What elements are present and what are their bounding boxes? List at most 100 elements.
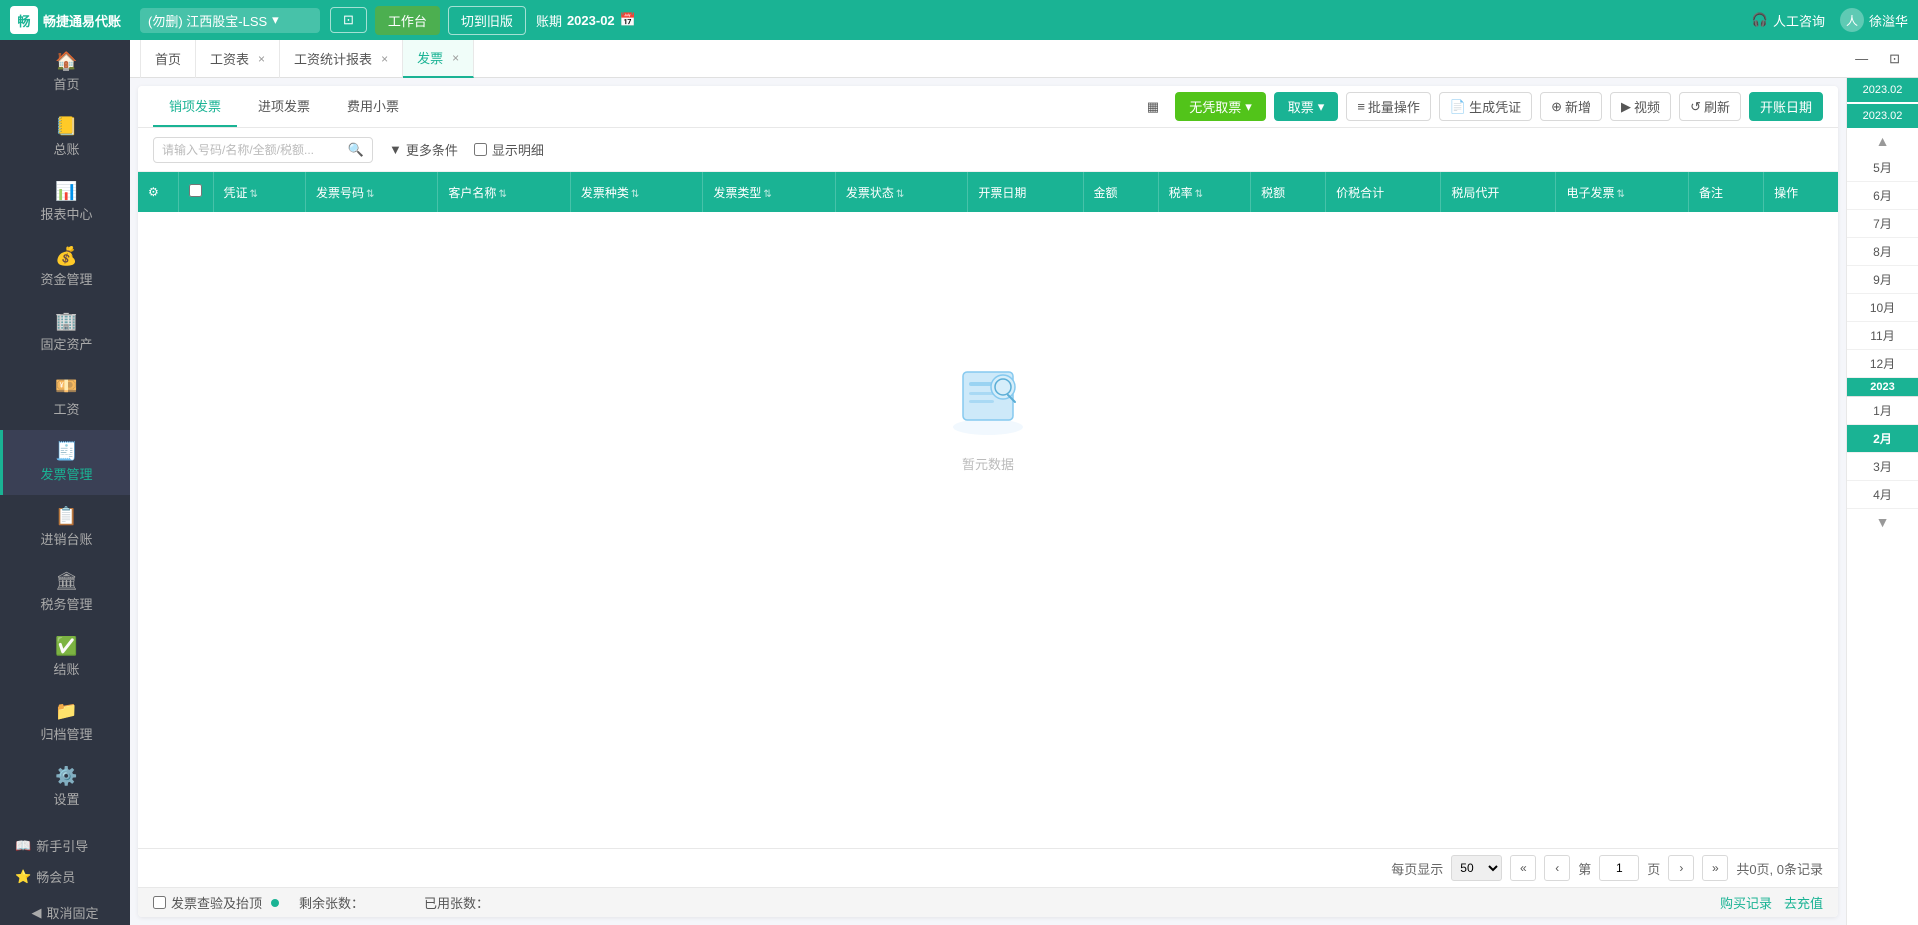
sidebar-item-salary[interactable]: 💴 工资 [0,365,130,430]
sidebar-item-ledger[interactable]: 📒 总账 [0,105,130,170]
gen-voucher-btn[interactable]: 📄 生成凭证 [1439,92,1532,121]
sub-tab-sales[interactable]: 销项发票 [153,86,237,127]
month-2[interactable]: 2月 [1847,425,1918,453]
sidebar: 🏠 首页 📒 总账 📊 报表中心 💰 资金管理 🏢 固定资产 💴 工资 🧾 发票… [0,40,130,925]
tab-salary-stat[interactable]: 工资统计报表 × [280,40,403,78]
month-1[interactable]: 1月 [1847,397,1918,425]
sidebar-item-invoice[interactable]: 🧾 发票管理 [0,430,130,495]
month-12[interactable]: 12月 [1847,350,1918,378]
show-detail-check[interactable] [474,143,487,156]
sidebar-item-settle[interactable]: ✅ 结账 [0,625,130,690]
sub-tab-purchase[interactable]: 进项发票 [242,86,326,127]
app-logo: 畅 [10,6,38,34]
open-period-btn[interactable]: 开账日期 [1749,92,1823,121]
sidebar-item-fund[interactable]: 💰 资金管理 [0,235,130,300]
select-all-checkbox[interactable] [189,184,202,197]
col-tax-total[interactable]: 价税合计 [1326,172,1441,212]
col-invoice-category[interactable]: 发票类型⇅ [703,172,835,212]
page-input[interactable] [1599,855,1639,881]
tab-salary-stat-close[interactable]: × [381,52,388,66]
batch-op-btn[interactable]: ≡ 批量操作 [1346,92,1431,121]
more-filter-btn[interactable]: ▼ 更多条件 [381,136,466,163]
sidebar-item-settings[interactable]: ⚙️ 设置 [0,755,130,820]
col-customer[interactable]: 客户名称⇅ [438,172,570,212]
month-9[interactable]: 9月 [1847,266,1918,294]
tab-home[interactable]: 首页 [140,40,196,78]
col-invoice-type[interactable]: 发票种类⇅ [570,172,702,212]
tab-invoice[interactable]: 发票 × [403,40,474,78]
grid-view-btn[interactable]: ▦ [1139,95,1167,119]
workspace-button[interactable]: 工作台 [375,6,440,35]
video-btn[interactable]: ▶ 视频 [1610,92,1671,121]
get-ticket-btn[interactable]: 取票 ▾ [1274,92,1339,121]
month-3[interactable]: 3月 [1847,453,1918,481]
refresh-btn[interactable]: ↺ 刷新 [1679,92,1741,121]
month-4[interactable]: 4月 [1847,481,1918,509]
col-voucher[interactable]: 凭证⇅ [213,172,305,212]
month-5[interactable]: 5月 [1847,154,1918,182]
support-link[interactable]: 🎧 人工咨询 [1752,11,1825,30]
prev-page-btn[interactable]: ‹ [1544,855,1570,881]
verify-checkbox[interactable]: 发票查验及抬顶 [153,893,279,912]
col-open-date[interactable]: 开票日期 [968,172,1083,212]
buy-record-link[interactable]: 购买记录 [1720,893,1772,912]
sidebar-item-member[interactable]: ⭐ 畅会员 [10,861,120,892]
col-remarks[interactable]: 备注 [1688,172,1763,212]
sidebar-item-archive[interactable]: 📁 归档管理 [0,690,130,755]
dropdown-arrow-icon: ▾ [1245,99,1252,115]
verify-check[interactable] [153,896,166,909]
show-detail-checkbox[interactable]: 显示明细 [474,140,544,159]
month-11[interactable]: 11月 [1847,322,1918,350]
add-btn[interactable]: ⊕ 新增 [1540,92,1602,121]
period-header-2[interactable]: 2023.02 [1847,104,1918,128]
no-voucher-btn[interactable]: 无凭取票 ▾ [1175,92,1266,121]
month-6[interactable]: 6月 [1847,182,1918,210]
panel-down-arrow[interactable]: ▼ [1847,509,1918,535]
month-8[interactable]: 8月 [1847,238,1918,266]
month-7[interactable]: 7月 [1847,210,1918,238]
company-selector[interactable]: (勿删) 江西股宝-LSS ▾ [140,8,320,33]
switch-version-button[interactable]: 切到旧版 [448,6,526,35]
col-amount[interactable]: 金额 [1083,172,1158,212]
year-2023[interactable]: 2023 [1847,378,1918,397]
first-page-btn[interactable]: « [1510,855,1536,881]
sidebar-item-tax[interactable]: 🏛 税务管理 [0,560,130,625]
col-invoice-status[interactable]: 发票状态⇅ [835,172,967,212]
per-page-select[interactable]: 50 100 200 [1451,855,1502,881]
sidebar-item-assets[interactable]: 🏢 固定资产 [0,300,130,365]
sidebar-item-reports[interactable]: 📊 报表中心 [0,170,130,235]
last-page-btn[interactable]: » [1702,855,1728,881]
logo-area: 畅 畅捷通易代账 [10,6,130,34]
batch-op-icon: ≡ [1357,99,1365,114]
month-10[interactable]: 10月 [1847,294,1918,322]
tab-salary[interactable]: 工资表 × [196,40,280,78]
data-table: ⚙ 凭证⇅ 发票号码⇅ 客户名称⇅ 发票种类⇅ 发票类型⇅ 发票状态⇅ [138,172,1838,212]
col-tax-rate[interactable]: 税率⇅ [1158,172,1250,212]
tab-salary-close[interactable]: × [258,52,265,66]
gen-voucher-icon: 📄 [1450,99,1466,115]
period-header-1[interactable]: 2023.02 [1847,78,1918,102]
sidebar-item-guide[interactable]: 📖 新手引导 [10,830,120,861]
minimize-window-btn[interactable]: — [1847,47,1876,70]
refresh-icon: ↺ [1690,99,1701,115]
panel-up-arrow[interactable]: ▲ [1847,128,1918,154]
recharge-link[interactable]: 去充值 [1784,893,1823,912]
next-page-btn[interactable]: › [1668,855,1694,881]
user-menu[interactable]: 人 徐溢华 [1840,8,1908,32]
salary-icon: 💴 [55,377,77,395]
col-tax-code[interactable]: 税局代开 [1441,172,1556,212]
tab-invoice-close[interactable]: × [452,51,459,65]
col-e-invoice[interactable]: 电子发票⇅ [1556,172,1688,212]
copy-button[interactable]: ⊡ [330,7,367,33]
maximize-window-btn[interactable]: ⊡ [1881,47,1908,71]
collapse-sidebar-btn[interactable]: ◀ 取消固定 [10,897,120,925]
search-input-wrap[interactable]: 🔍 [153,137,373,163]
col-tax-amount[interactable]: 税额 [1251,172,1326,212]
col-settings[interactable]: ⚙ [138,172,178,212]
sidebar-item-home[interactable]: 🏠 首页 [0,40,130,105]
col-checkbox[interactable] [178,172,213,212]
col-invoice-no[interactable]: 发票号码⇅ [305,172,437,212]
sidebar-item-sales[interactable]: 📋 进销台账 [0,495,130,560]
sub-tab-expense[interactable]: 费用小票 [331,86,415,127]
search-input[interactable] [162,143,348,157]
